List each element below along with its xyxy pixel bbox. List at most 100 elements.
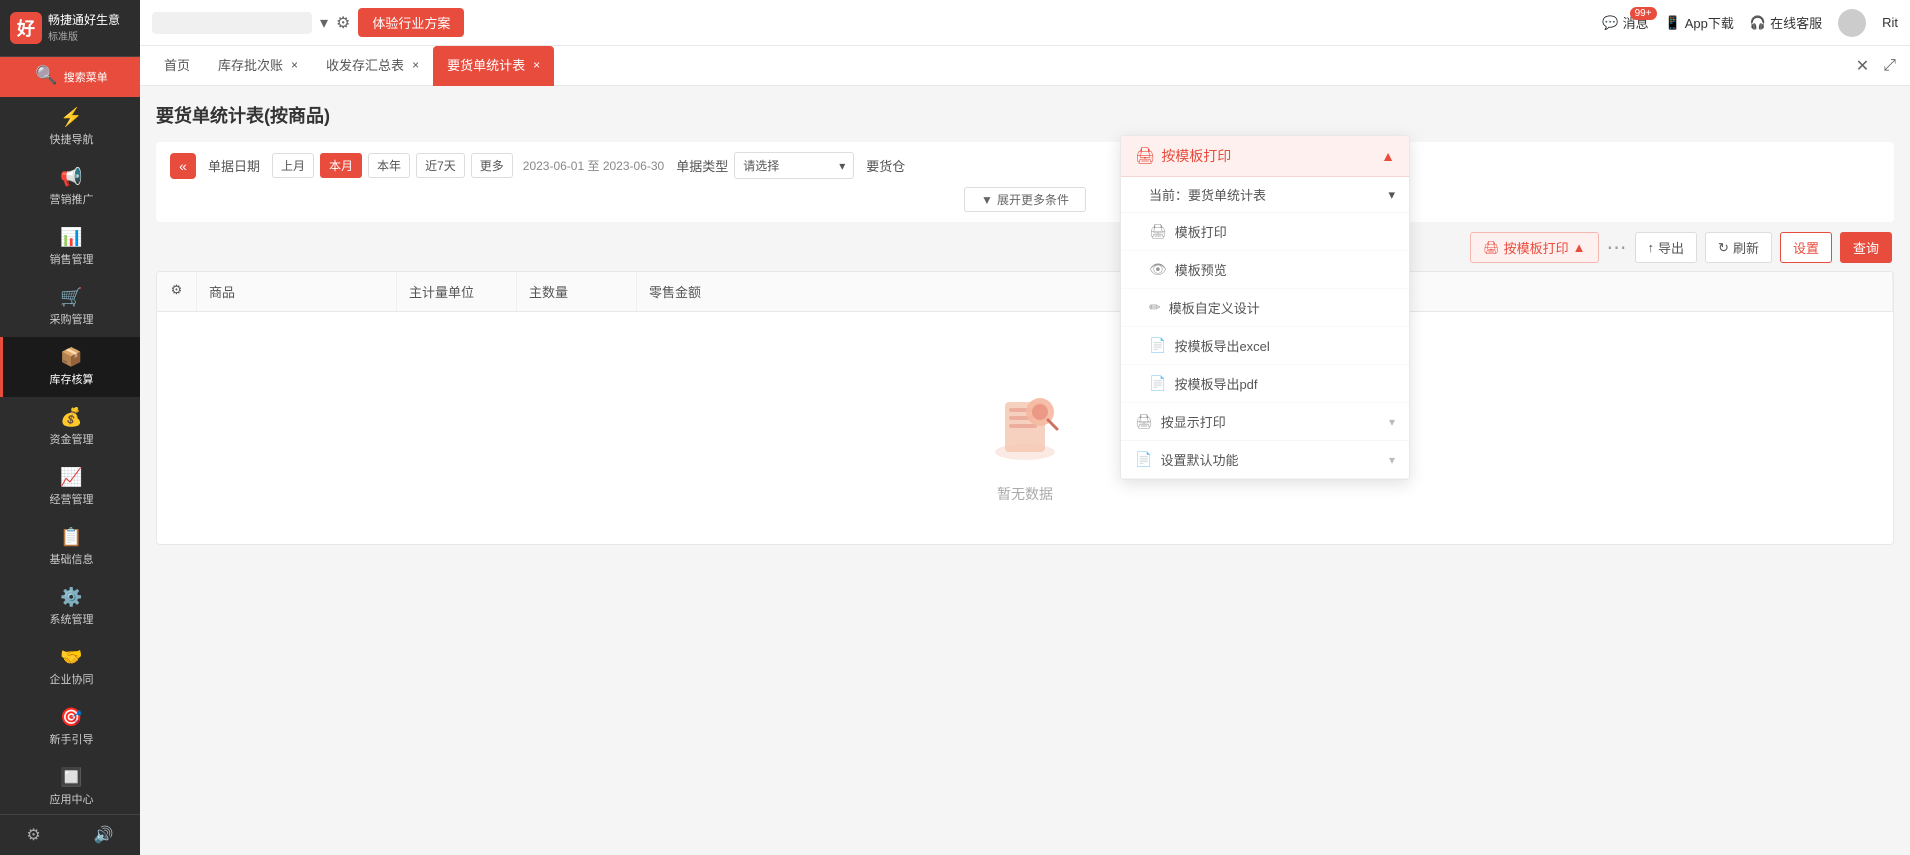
dropdown-title-label: 按模板打印: [1161, 146, 1231, 166]
dropdown-item-template-design[interactable]: ✏ 模板自定义设计: [1121, 289, 1409, 327]
export-pdf-icon: 📄: [1149, 375, 1166, 392]
refresh-btn[interactable]: ↻ 刷新: [1705, 232, 1772, 263]
sidebar-item-system[interactable]: ⚙️ 系统管理: [0, 577, 140, 637]
sidebar-search-label: 搜索菜单: [64, 69, 108, 85]
dropdown-item-export-pdf[interactable]: 📄 按模板导出pdf: [1121, 365, 1409, 403]
sidebar-item-quick-nav[interactable]: ⚡ 快捷导航: [0, 97, 140, 157]
date-btn-7-days[interactable]: 近7天: [416, 153, 465, 178]
dropdown-print-icon: 🖨: [1135, 146, 1155, 166]
sidebar-speaker-btn[interactable]: 🔊: [94, 825, 114, 845]
type-filter-label: 单据类型: [676, 156, 728, 175]
sidebar-item-purchase[interactable]: 🛒 采购管理: [0, 277, 140, 337]
display-print-arrow: ▾: [1389, 415, 1395, 429]
filter-expand-btn[interactable]: «: [170, 153, 196, 179]
table-header: ⚙ 商品 主计量单位 主数量 零售金额: [157, 272, 1893, 312]
online-service-btn[interactable]: 🎧 在线客服: [1750, 13, 1822, 32]
tab-order-stats-close[interactable]: ×: [533, 58, 540, 72]
type-filter-group: 单据类型 请选择 ▾: [676, 152, 854, 179]
sidebar-item-sales[interactable]: 📊 销售管理: [0, 217, 140, 277]
display-print-left: 🖨 按显示打印: [1135, 412, 1226, 431]
print-up-arrow: ▲: [1573, 240, 1586, 255]
query-btn[interactable]: 查询: [1840, 232, 1892, 263]
dropdown-item-export-excel[interactable]: 📄 按模板导出excel: [1121, 327, 1409, 365]
expand-window-btn[interactable]: ⤢: [1879, 53, 1900, 79]
export-btn[interactable]: ↑ 导出: [1635, 232, 1698, 263]
print-dropdown-menu: 🖨 按模板打印 ▲ 当前：要货单统计表 ▾ 🖨 模板打印 👁 模板预览: [1120, 135, 1410, 480]
app-download-label: App下载: [1685, 13, 1734, 32]
sidebar-item-operations[interactable]: 📈 经营管理: [0, 457, 140, 517]
date-btn-last-month[interactable]: 上月: [272, 153, 314, 178]
message-icon: 💬: [1602, 15, 1618, 31]
dropdown-current-label: 当前：要货单统计表: [1149, 185, 1266, 204]
export-pdf-label: 按模板导出pdf: [1174, 374, 1257, 393]
empty-state: 暂无数据: [157, 312, 1893, 544]
dropdown-close-btn[interactable]: ▲: [1381, 148, 1395, 164]
tab-receivables-summary[interactable]: 收发存汇总表 ×: [312, 46, 433, 86]
topbar-search-input[interactable]: [152, 12, 312, 34]
sidebar-item-finance[interactable]: 💰 资金管理: [0, 397, 140, 457]
app-download-btn[interactable]: 📱 App下载: [1665, 13, 1734, 32]
dropdown-section-default-func[interactable]: 📄 设置默认功能 ▾: [1121, 441, 1409, 479]
sidebar-newbie-label: 新手引导: [50, 731, 94, 747]
sidebar-sales-label: 销售管理: [50, 251, 94, 267]
tab-order-stats[interactable]: 要货单统计表 ×: [433, 46, 554, 86]
tab-home-label: 首页: [164, 55, 190, 74]
sidebar-item-marketing[interactable]: 📢 营销推广: [0, 157, 140, 217]
user-avatar[interactable]: [1838, 9, 1866, 37]
tab-batch-accounts-close[interactable]: ×: [291, 58, 298, 72]
expand-more-btn[interactable]: ▼ 展开更多条件: [964, 187, 1086, 212]
sidebar-settings-btn[interactable]: ⚙: [26, 825, 40, 845]
settings-label: 设置: [1793, 238, 1819, 257]
date-btn-more[interactable]: 更多: [471, 153, 513, 178]
type-select-box[interactable]: 请选择 ▾: [734, 152, 854, 179]
date-filter-label: 单据日期: [208, 156, 260, 175]
refresh-label: 刷新: [1733, 238, 1759, 257]
dropdown-current-template[interactable]: 当前：要货单统计表 ▾: [1121, 177, 1409, 213]
date-btn-this-year[interactable]: 本年: [368, 153, 410, 178]
app-name: 畅捷通好生意: [48, 13, 120, 29]
date-btn-this-month[interactable]: 本月: [320, 153, 362, 178]
sidebar-item-newbie[interactable]: 🎯 新手引导: [0, 697, 140, 757]
action-bar-right: 🖨 按模板打印 ▲ ⋯ ↑ 导出 ↻ 刷新 设置 查询: [1470, 232, 1892, 263]
settings-btn[interactable]: 设置: [1780, 232, 1832, 263]
tab-batch-accounts[interactable]: 库存批次账 ×: [204, 46, 312, 86]
tab-receivables-summary-close[interactable]: ×: [412, 58, 419, 72]
dropdown-item-template-print[interactable]: 🖨 模板打印: [1121, 213, 1409, 251]
default-func-arrow: ▾: [1389, 453, 1395, 467]
topbar-dropdown-icon[interactable]: ▾: [320, 13, 328, 33]
app-center-icon: 🔲: [60, 767, 82, 788]
sidebar-basic-label: 基础信息: [50, 551, 94, 567]
sidebar-item-inventory[interactable]: 📦 库存核算: [0, 337, 140, 397]
print-template-btn[interactable]: 🖨 按模板打印 ▲: [1470, 232, 1598, 263]
dropdown-section-display-print[interactable]: 🖨 按显示打印 ▾: [1121, 403, 1409, 441]
filter-card: « 单据日期 上月 本月 本年 近7天 更多 2023-06-01 至 2023…: [156, 142, 1894, 222]
sidebar-item-app-center[interactable]: 🔲 应用中心: [0, 757, 140, 814]
th-settings[interactable]: ⚙: [157, 272, 197, 311]
dropdown-item-template-preview[interactable]: 👁 模板预览: [1121, 251, 1409, 289]
dropdown-up-arrow: ▲: [1381, 148, 1395, 164]
export-excel-icon: 📄: [1149, 337, 1166, 354]
goods-filter-label: 要货仓: [866, 156, 905, 175]
logo-icon: 好: [10, 12, 42, 44]
sidebar-system-label: 系统管理: [50, 611, 94, 627]
inventory-icon: 📦: [60, 347, 82, 368]
date-range-display: 2023-06-01 至 2023-06-30: [523, 157, 664, 174]
sidebar-item-basic[interactable]: 📋 基础信息: [0, 517, 140, 577]
date-buttons-group: 上月 本月 本年 近7天 更多 2023-06-01 至 2023-06-30: [272, 153, 664, 178]
message-btn[interactable]: 💬 消息 99+: [1602, 13, 1648, 32]
marketing-icon: 📢: [60, 167, 82, 188]
tab-home[interactable]: 首页: [150, 46, 204, 86]
expand-more-label: 展开更多条件: [997, 191, 1069, 208]
sidebar-item-search[interactable]: 🔍 搜索菜单: [0, 57, 140, 97]
more-options-icon[interactable]: ⋯: [1607, 235, 1627, 260]
app-version: 标准版: [48, 28, 120, 43]
basic-icon: 📋: [60, 527, 82, 548]
th-unit: 主计量单位: [397, 272, 517, 311]
export-excel-label: 按模板导出excel: [1174, 336, 1269, 355]
close-window-btn[interactable]: ✕: [1852, 52, 1873, 80]
export-icon: ↑: [1648, 240, 1655, 255]
trial-btn[interactable]: 体验行业方案: [358, 8, 464, 37]
topbar-gear-icon[interactable]: ⚙: [336, 13, 350, 33]
tabs-bar: 首页 库存批次账 × 收发存汇总表 × 要货单统计表 × ✕ ⤢: [140, 46, 1910, 86]
sidebar-item-enterprise[interactable]: 🤝 企业协同: [0, 637, 140, 697]
